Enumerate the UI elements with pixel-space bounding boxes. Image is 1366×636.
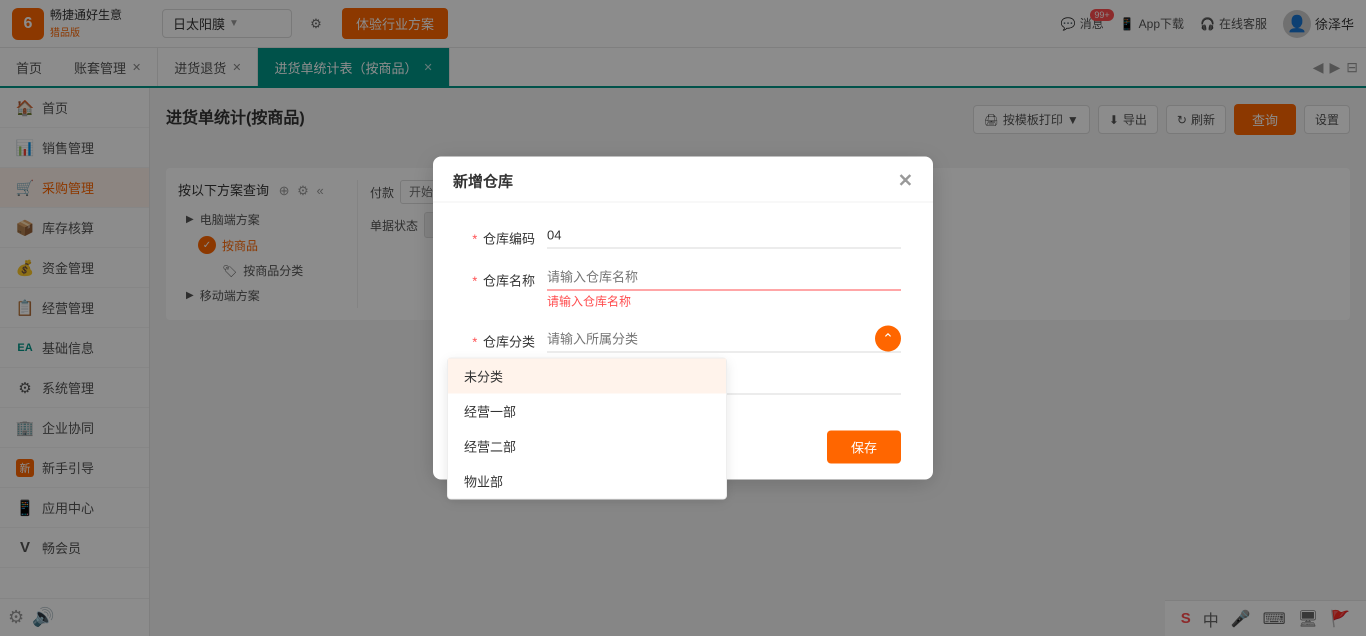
name-error-msg: 请输入仓库名称 (547, 293, 901, 310)
name-field-wrapper: 请输入仓库名称 (547, 265, 901, 310)
form-row-name: * 仓库名称 请输入仓库名称 (465, 265, 901, 310)
dropdown-item-dept1[interactable]: 经营一部 (448, 394, 726, 429)
modal-close-button[interactable]: ✕ (898, 171, 913, 192)
category-input-row: ⌃ (547, 326, 901, 353)
modal-header: 新增仓库 ✕ (433, 157, 933, 203)
category-toggle-button[interactable]: ⌃ (875, 326, 901, 352)
modal-body: * 仓库编码 * 仓库名称 请输入仓库名称 * 仓库分类 (433, 203, 933, 421)
name-label: * 仓库名称 (465, 265, 535, 290)
save-button[interactable]: 保存 (827, 431, 901, 464)
category-wrapper: ⌃ 未分类 经营一部 经营二部 物业部 (547, 326, 901, 353)
dropdown-item-property[interactable]: 物业部 (448, 464, 726, 499)
warehouse-code-input[interactable] (547, 223, 901, 249)
category-dropdown: 未分类 经营一部 经营二部 物业部 (447, 358, 727, 500)
dropdown-item-uncategorized[interactable]: 未分类 (448, 359, 726, 394)
form-row-code: * 仓库编码 (465, 223, 901, 249)
dropdown-item-dept2[interactable]: 经营二部 (448, 429, 726, 464)
modal-title: 新增仓库 (453, 171, 513, 192)
new-warehouse-modal: 新增仓库 ✕ * 仓库编码 * 仓库名称 请输入仓库名称 * (433, 157, 933, 480)
category-input[interactable] (547, 326, 875, 351)
req-mark3: * (472, 335, 477, 350)
form-row-category: * 仓库分类 ⌃ 未分类 经营一部 经营二部 物业部 (465, 326, 901, 353)
category-label: * 仓库分类 (465, 326, 535, 351)
warehouse-name-input[interactable] (547, 265, 901, 291)
req-mark2: * (472, 274, 477, 289)
req-mark: * (472, 232, 477, 247)
code-label: * 仓库编码 (465, 223, 535, 248)
